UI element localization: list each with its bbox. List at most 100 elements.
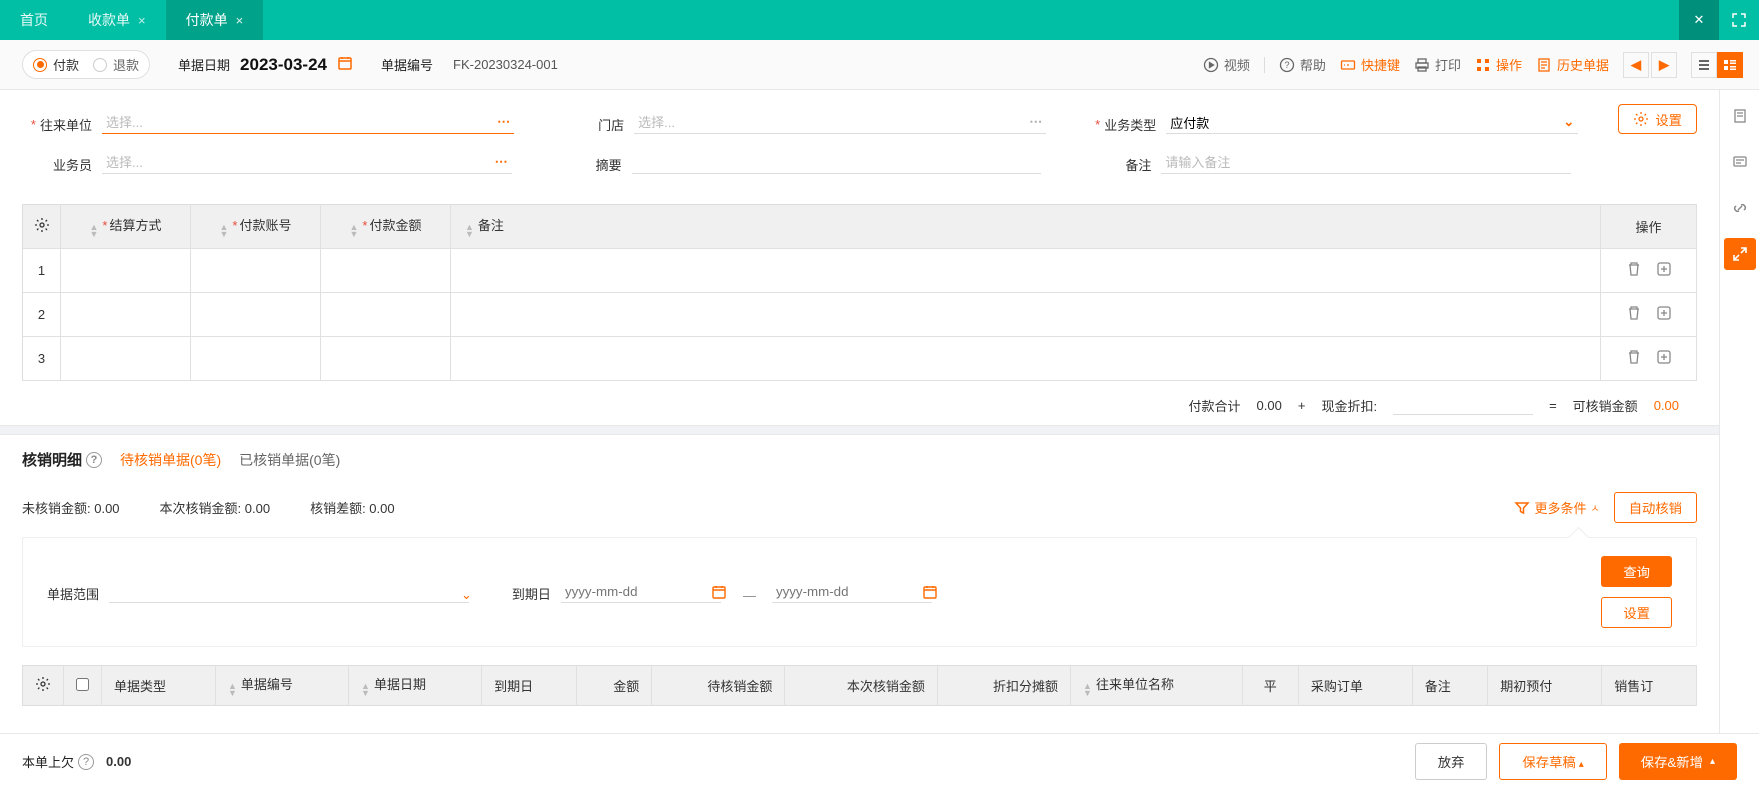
remark-input[interactable] — [1161, 152, 1571, 174]
setting-button[interactable]: 设置 — [1618, 104, 1697, 134]
grid-row[interactable]: 2 — [23, 293, 1697, 337]
th-saleorder[interactable]: 销售订 — [1602, 666, 1697, 706]
th-discountshare[interactable]: 折扣分摊额 — [937, 666, 1070, 706]
delete-row-icon[interactable] — [1626, 305, 1642, 324]
th-duedate[interactable]: 到期日 — [482, 666, 577, 706]
radio-refund[interactable]: 退款 — [93, 55, 139, 74]
calendar-icon[interactable] — [922, 584, 938, 603]
list-view-button[interactable] — [1691, 52, 1717, 78]
rail-draft-icon[interactable] — [1724, 100, 1756, 132]
operate-button[interactable]: 操作 — [1475, 55, 1522, 74]
rail-link-icon[interactable] — [1724, 192, 1756, 224]
grid-view-button[interactable] — [1717, 52, 1743, 78]
th-docno[interactable]: ▲▼单据编号 — [215, 666, 348, 706]
save-draft-button[interactable]: 保存草稿 — [1499, 743, 1606, 780]
th-amount[interactable]: ▲▼*付款金额 — [321, 205, 451, 249]
more-filter-button[interactable]: 更多条件ㅅ — [1514, 498, 1599, 517]
biztype-input[interactable] — [1166, 112, 1578, 134]
rail-expand-icon[interactable] — [1724, 238, 1756, 270]
writeoff-diff: 核销差额: 0.00 — [310, 498, 395, 517]
query-setting-button[interactable]: 设置 — [1601, 597, 1672, 628]
more-icon[interactable]: ⋯ — [1029, 114, 1042, 130]
pager-prev[interactable]: ◀ — [1623, 52, 1649, 78]
history-button[interactable]: 历史单据 — [1536, 55, 1609, 74]
close-icon[interactable]: × — [138, 13, 146, 28]
more-icon[interactable]: ⋯ — [497, 114, 510, 130]
partner-input[interactable] — [102, 112, 514, 134]
tab-receipt[interactable]: 收款单 × — [68, 0, 166, 40]
fullscreen-button[interactable] — [1719, 0, 1759, 40]
th-prepay[interactable]: 期初预付 — [1488, 666, 1602, 706]
add-row-icon[interactable] — [1656, 305, 1672, 324]
gear-header[interactable] — [23, 666, 64, 706]
doc-date-value[interactable]: 2023-03-24 — [240, 55, 327, 75]
th-po[interactable]: 采购订单 — [1298, 666, 1412, 706]
th-method[interactable]: ▲▼*结算方式 — [61, 205, 191, 249]
due-to-input[interactable] — [772, 581, 932, 603]
due-from-input[interactable] — [561, 581, 721, 603]
writeoff-table: 单据类型 ▲▼单据编号 ▲▼单据日期 到期日 金额 待核销金额 本次核销金额 折… — [22, 665, 1697, 706]
done-tab[interactable]: 已核销单据(0笔) — [239, 450, 340, 470]
query-button[interactable]: 查询 — [1601, 556, 1672, 587]
grid-row[interactable]: 3 — [23, 337, 1697, 381]
auto-writeoff-button[interactable]: 自动核销 — [1614, 492, 1697, 523]
th-doctype[interactable]: 单据类型 — [102, 666, 216, 706]
tab-home[interactable]: 首页 — [0, 0, 68, 40]
salesman-input[interactable] — [102, 152, 512, 174]
detail-title: 核销明细 — [22, 449, 82, 470]
pager-next[interactable]: ▶ — [1651, 52, 1677, 78]
delete-row-icon[interactable] — [1626, 349, 1642, 368]
store-input[interactable] — [634, 112, 1046, 134]
query-panel: 单据范围 ⌄ 到期日 — 查询 设置 — [22, 537, 1697, 647]
rail-note-icon[interactable] — [1724, 146, 1756, 178]
summary-input[interactable] — [632, 152, 1042, 174]
checkbox-header[interactable] — [64, 666, 102, 706]
save-new-button[interactable]: 保存&新增 — [1619, 743, 1737, 780]
docrange-select[interactable] — [109, 581, 469, 603]
help-button[interactable]: ?帮助 — [1279, 55, 1326, 74]
th-docdate[interactable]: ▲▼单据日期 — [349, 666, 482, 706]
help-icon[interactable]: ? — [86, 452, 102, 468]
delete-row-icon[interactable] — [1626, 261, 1642, 280]
add-row-icon[interactable] — [1656, 349, 1672, 368]
th-pending[interactable]: 待核销金额 — [652, 666, 785, 706]
tab-label: 收款单 — [88, 10, 130, 30]
chevron-down-icon[interactable]: ⌄ — [1563, 114, 1574, 130]
pending-tab[interactable]: 待核销单据(0笔) — [120, 450, 221, 470]
gear-header[interactable] — [23, 205, 61, 249]
print-button[interactable]: 打印 — [1414, 55, 1461, 74]
select-all-checkbox[interactable] — [76, 678, 89, 691]
close-all-button[interactable]: ✕ — [1679, 0, 1719, 40]
th-account[interactable]: ▲▼*付款账号 — [191, 205, 321, 249]
th-remark[interactable]: ▲▼备注 — [451, 205, 1601, 249]
discount-label: 现金折扣: — [1321, 396, 1377, 415]
close-icon[interactable]: × — [236, 13, 244, 28]
discard-button[interactable]: 放弃 — [1415, 743, 1488, 780]
th-amount[interactable]: 金额 — [576, 666, 651, 706]
th-current[interactable]: 本次核销金额 — [785, 666, 937, 706]
writeoff-value: 0.00 — [1654, 398, 1679, 413]
th-partner[interactable]: ▲▼往来单位名称 — [1071, 666, 1243, 706]
salesman-label: 业务员 — [53, 155, 92, 174]
doc-no-label: 单据编号 — [381, 55, 433, 74]
calendar-icon[interactable] — [337, 55, 353, 74]
th-remark[interactable]: 备注 — [1412, 666, 1487, 706]
video-button[interactable]: 视频 — [1203, 55, 1250, 74]
paytotal-label: 付款合计 — [1189, 396, 1241, 415]
more-icon[interactable]: ⋯ — [495, 154, 508, 170]
tab-payment[interactable]: 付款单× — [166, 0, 264, 40]
calendar-icon[interactable] — [711, 584, 727, 603]
discount-input[interactable] — [1393, 395, 1533, 415]
shortcut-button[interactable]: 快捷键 — [1340, 55, 1400, 74]
duedate-label: 到期日 — [512, 584, 551, 603]
tab-label: 首页 — [20, 10, 48, 30]
radio-pay[interactable]: 付款 — [33, 55, 79, 74]
owed-label: 本单上欠 — [22, 752, 74, 771]
grid-row[interactable]: 1 — [23, 249, 1697, 293]
partner-label: 往来单位 — [40, 115, 92, 134]
help-icon[interactable]: ? — [78, 754, 94, 770]
biztype-label: 业务类型 — [1104, 115, 1156, 134]
add-row-icon[interactable] — [1656, 261, 1672, 280]
th-ping[interactable]: 平 — [1242, 666, 1298, 706]
pay-type-radio: 付款 退款 — [22, 50, 150, 79]
